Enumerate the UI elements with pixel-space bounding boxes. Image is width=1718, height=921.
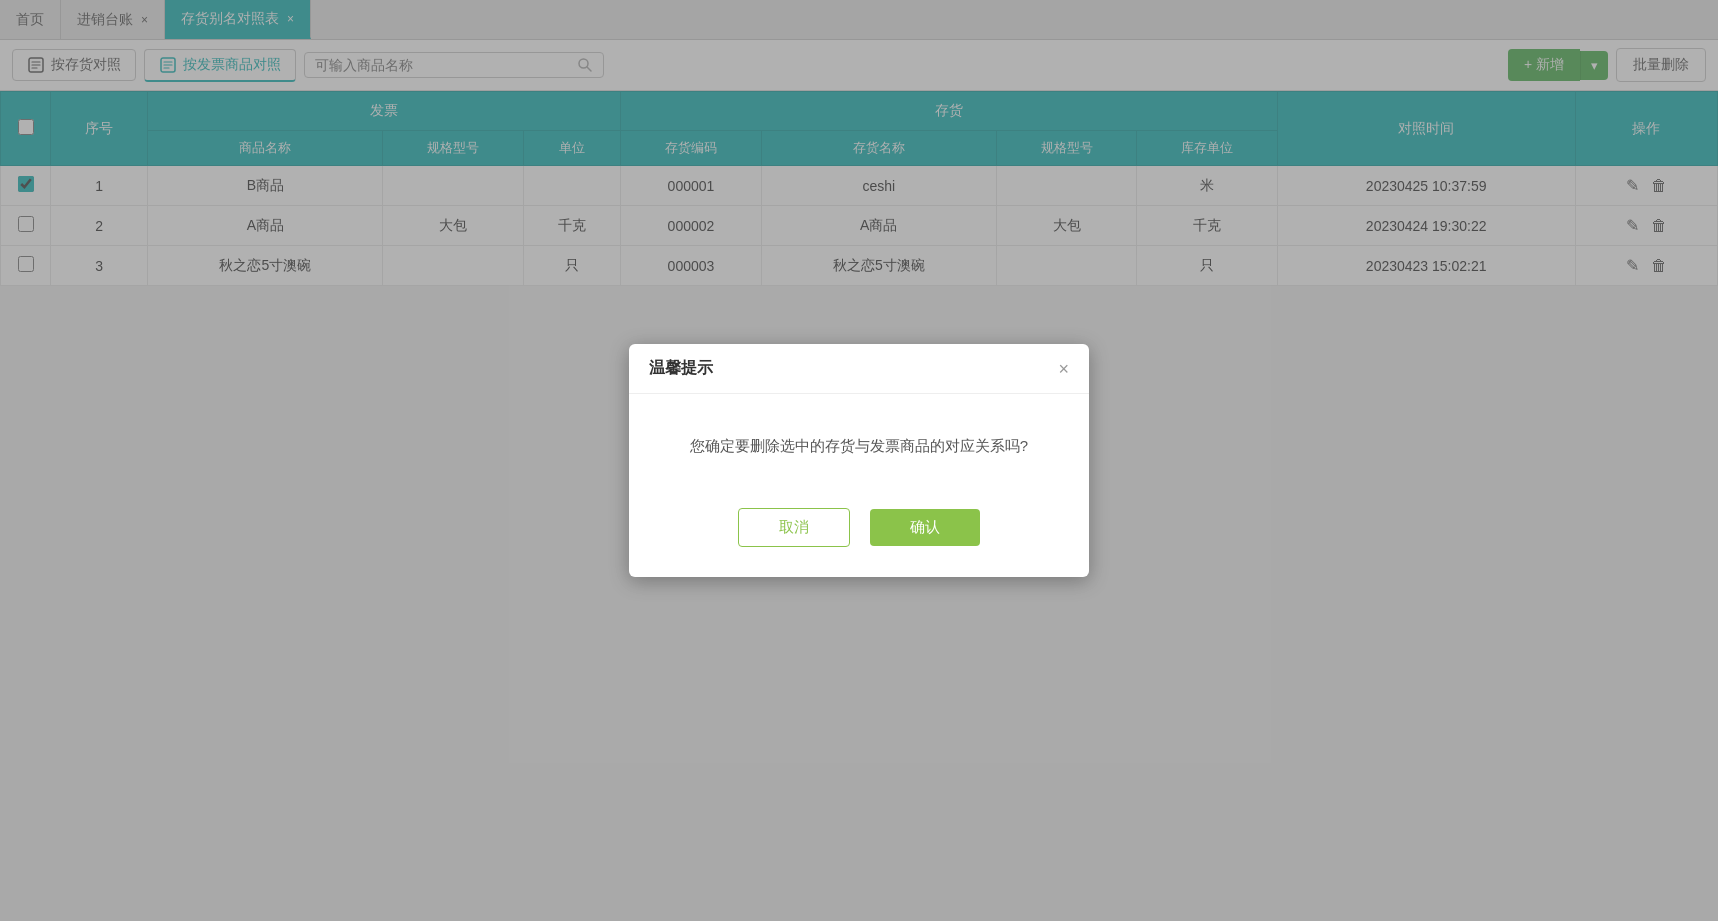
- modal-overlay: 温馨提示 × 您确定要删除选中的存货与发票商品的对应关系吗? 取消 确认: [0, 0, 1718, 286]
